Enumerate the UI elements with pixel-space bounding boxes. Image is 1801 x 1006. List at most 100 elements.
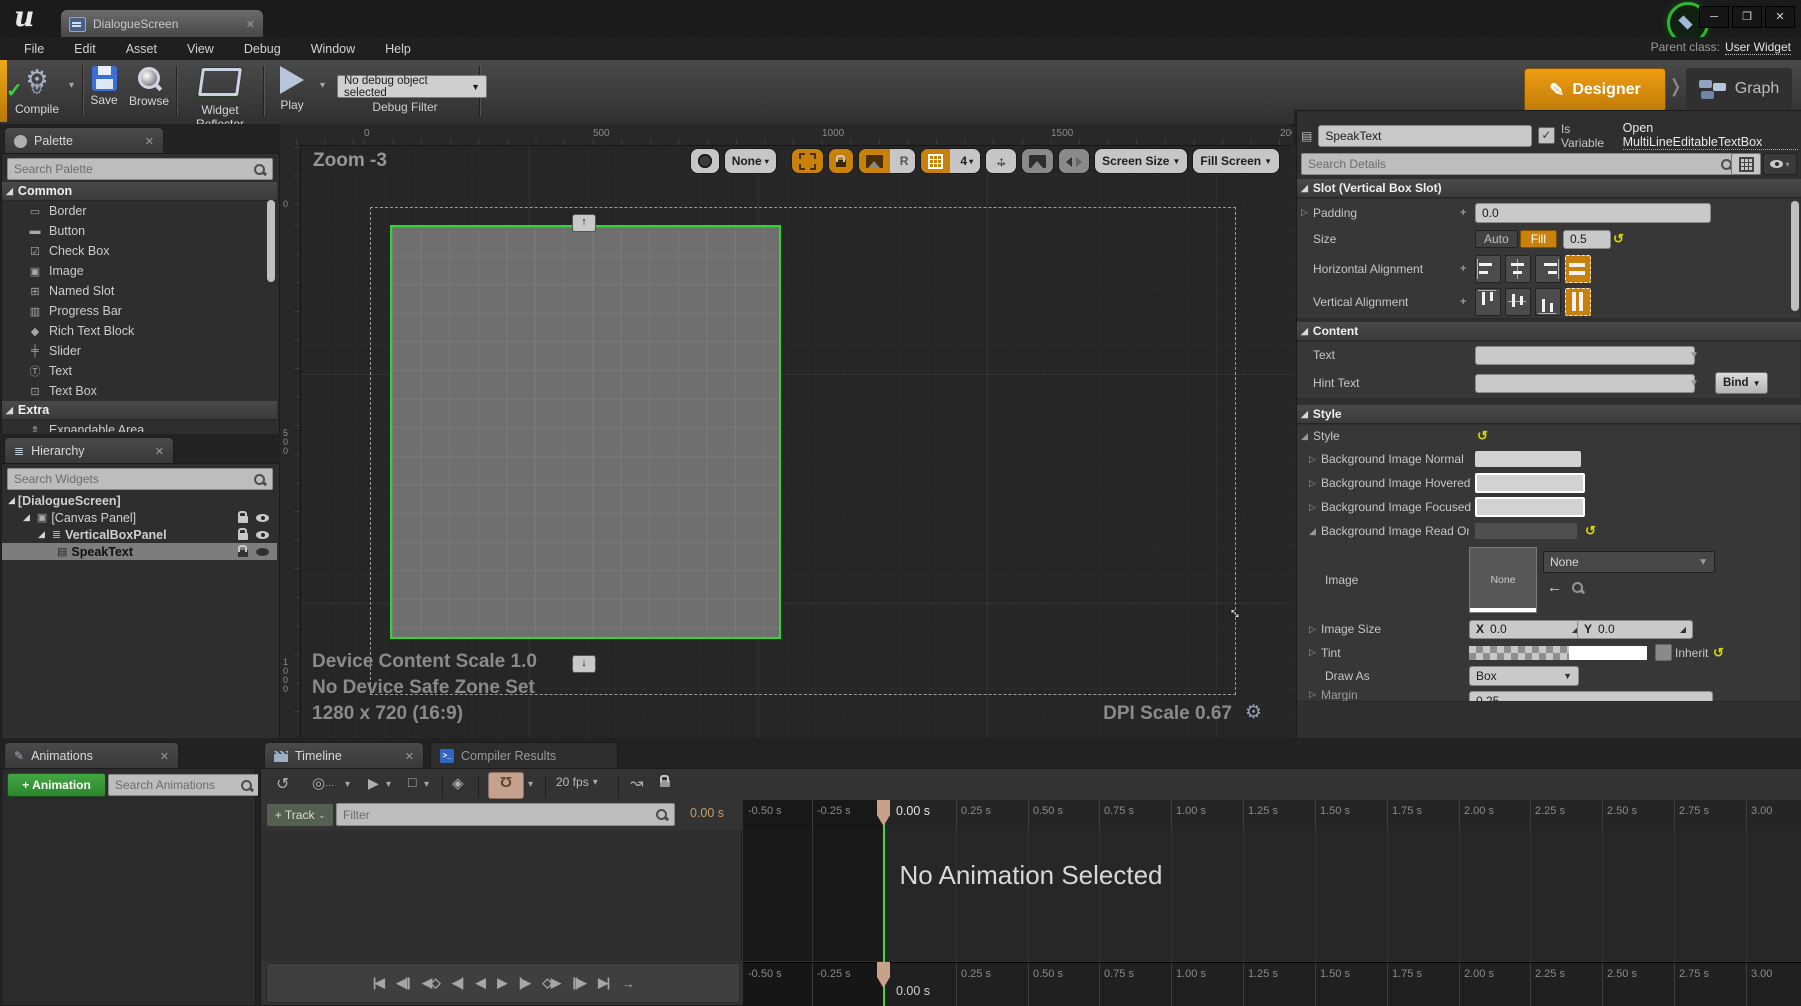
designer-mode-button[interactable]: ✎ Designer <box>1524 68 1666 112</box>
palette-item-image[interactable]: ▣ Image <box>2 261 277 281</box>
reset-to-default-icon[interactable]: ↺ <box>1613 231 1624 247</box>
menu-asset[interactable]: Asset <box>112 42 171 56</box>
expander-icon[interactable]: ▷ <box>1309 478 1321 489</box>
lock-icon[interactable] <box>238 511 248 523</box>
hierarchy-row-canvas panel[interactable]: ◢ ▣ [Canvas Panel] <box>2 509 277 526</box>
expander-icon[interactable]: ▷ <box>1309 454 1321 465</box>
playback-options-dropdown[interactable]: ▾ <box>386 779 391 790</box>
hint-text-value-field[interactable] <box>1475 373 1695 393</box>
loop-mode-button[interactable]: → <box>622 976 635 991</box>
eye-visibility-icon[interactable] <box>256 513 269 522</box>
tab-palette[interactable]: Palette ✕ <box>4 127 164 154</box>
add-key-icon[interactable]: + <box>1460 263 1466 275</box>
expander-icon[interactable]: ▷ <box>1309 647 1321 658</box>
is-variable-checkbox[interactable]: ✓ <box>1537 127 1555 144</box>
margin-field[interactable]: 0.25 <box>1469 691 1713 701</box>
play-forward-button[interactable]: ▶ <box>497 975 507 991</box>
bg-readonly-swatch[interactable] <box>1475 523 1577 539</box>
palette-item-expandable-area[interactable]: ⇕ Expandable Area <box>2 420 277 432</box>
next-key-button[interactable]: ◇▶ <box>542 975 561 991</box>
reset-to-default-icon[interactable]: ↺ <box>1713 645 1724 661</box>
palette-scrollbar[interactable] <box>267 200 275 282</box>
chevron-down-icon[interactable]: ▼ <box>1689 378 1699 389</box>
to-front-button[interactable]: |◀ <box>373 975 385 991</box>
details-scrollbar[interactable] <box>1791 201 1799 311</box>
add-track-button[interactable]: + Track ⌄ <box>266 803 334 827</box>
image-asset-dropdown[interactable]: None ▼ <box>1543 551 1715 573</box>
save-button[interactable]: Save <box>86 66 122 107</box>
close-icon[interactable]: ✕ <box>405 750 414 763</box>
selected-widget-speaktext[interactable] <box>390 225 781 639</box>
palette-section-common[interactable]: ◢ Common <box>2 182 277 201</box>
lock-timeline-button[interactable] <box>660 775 670 790</box>
playback-button[interactable]: ▶ <box>368 775 379 792</box>
image-size-y-field[interactable]: Y 0.0 ◢ <box>1577 619 1693 639</box>
parent-class-link[interactable]: User Widget <box>1724 40 1791 55</box>
designer-canvas[interactable]: 0 500 1000 1500 2000 0 5 0 0 1 0 0 0 ↑ ↓ Zoom … <box>280 124 1292 738</box>
tint-color-bar[interactable] <box>1469 645 1647 660</box>
details-visibility-dropdown[interactable]: ▾ <box>1763 153 1797 175</box>
halign-fill-button[interactable] <box>1565 254 1591 283</box>
tab-timeline[interactable]: Timeline ✕ <box>264 742 424 769</box>
menu-view[interactable]: View <box>173 42 228 56</box>
localization-preview-button[interactable] <box>689 148 720 174</box>
hierarchy-search-input[interactable]: Search Widgets <box>7 468 273 490</box>
compile-options-dropdown[interactable]: ▾ <box>69 80 74 91</box>
palette-search-input[interactable]: Search Palette <box>7 158 273 180</box>
tab-animations[interactable]: ✎ Animations ✕ <box>4 742 179 769</box>
play-options-dropdown[interactable]: ▾ <box>320 80 325 91</box>
menu-help[interactable]: Help <box>371 42 425 56</box>
section-slot[interactable]: ◢ Slot (Vertical Box Slot) <box>1297 179 1801 198</box>
palette-item-button[interactable]: ▬ Button <box>2 221 277 241</box>
palette-item-rich-text-block[interactable]: ◆ Rich Text Block <box>2 321 277 341</box>
size-auto-button[interactable]: Auto <box>1475 230 1518 248</box>
step-forward-button[interactable]: |▶ <box>519 975 531 991</box>
bg-hovered-swatch[interactable] <box>1475 473 1585 493</box>
to-end-button[interactable]: ▶| <box>598 975 610 991</box>
padding-field[interactable]: 0.0 <box>1475 202 1711 223</box>
valign-fill-button[interactable] <box>1565 287 1591 316</box>
localization-culture-dropdown[interactable]: None ▾ <box>723 148 777 174</box>
hint-text-bind-button[interactable]: Bind ▼ <box>1715 372 1769 394</box>
toggle-r-button[interactable]: R <box>892 149 916 173</box>
add-animation-button[interactable]: + Animation <box>7 773 106 797</box>
previous-key-button[interactable]: ◀◇ <box>422 975 441 991</box>
palette-item-slider[interactable]: ╪ Slider <box>2 341 277 361</box>
menu-file[interactable]: File <box>10 42 58 56</box>
browse-to-asset-icon[interactable] <box>1571 581 1584 594</box>
valign-center-button[interactable] <box>1505 287 1531 316</box>
size-fill-button[interactable]: Fill <box>1519 230 1558 248</box>
menu-edit[interactable]: Edit <box>60 42 110 56</box>
bg-focused-swatch[interactable] <box>1475 497 1585 517</box>
add-key-icon[interactable]: + <box>1460 207 1466 219</box>
lock-widgets-button[interactable] <box>827 148 854 174</box>
widget-name-field[interactable]: SpeakText <box>1318 124 1532 147</box>
grid-snap-button[interactable] <box>921 149 951 173</box>
close-window-button[interactable]: ✕ <box>1765 6 1795 28</box>
halign-center-button[interactable] <box>1505 254 1531 283</box>
fill-screen-dropdown[interactable]: Fill Screen ▼ <box>1192 148 1280 174</box>
menu-window[interactable]: Window <box>297 42 369 56</box>
palette-item-named-slot[interactable]: ⊞ Named Slot <box>2 281 277 301</box>
draw-as-dropdown[interactable]: Box ▼ <box>1469 666 1579 686</box>
snap-options-dropdown[interactable]: ▾ <box>528 779 533 790</box>
inherit-checkbox[interactable] <box>1655 644 1672 661</box>
selection-range-button[interactable]: □ <box>408 774 416 790</box>
halign-right-button[interactable] <box>1535 254 1561 283</box>
menu-debug[interactable]: Debug <box>230 42 295 56</box>
reset-to-default-icon[interactable]: ↺ <box>1585 523 1596 539</box>
screen-size-dropdown[interactable]: Screen Size ▼ <box>1094 148 1189 174</box>
maximize-button[interactable]: ❐ <box>1732 6 1762 28</box>
widget-reflector-button[interactable]: Widget Reflector <box>178 68 262 131</box>
flip-preview-button[interactable] <box>1058 148 1091 174</box>
lock-icon[interactable] <box>238 528 248 540</box>
details-view-options-button[interactable] <box>1731 153 1761 175</box>
snap-magnet-button[interactable]: Ω <box>488 772 524 799</box>
range-options-dropdown[interactable]: ▾ <box>424 779 429 790</box>
close-icon[interactable]: ✕ <box>155 445 164 458</box>
autokey-record-button[interactable]: ◎⋯ <box>312 774 334 792</box>
expander-icon[interactable]: ▷ <box>1309 502 1321 513</box>
image-size-x-field[interactable]: X 0.0 ◢ <box>1469 619 1585 639</box>
dpi-settings-gear-icon[interactable]: ⚙ <box>1245 701 1262 724</box>
expander-icon[interactable]: ▷ <box>1309 624 1321 635</box>
